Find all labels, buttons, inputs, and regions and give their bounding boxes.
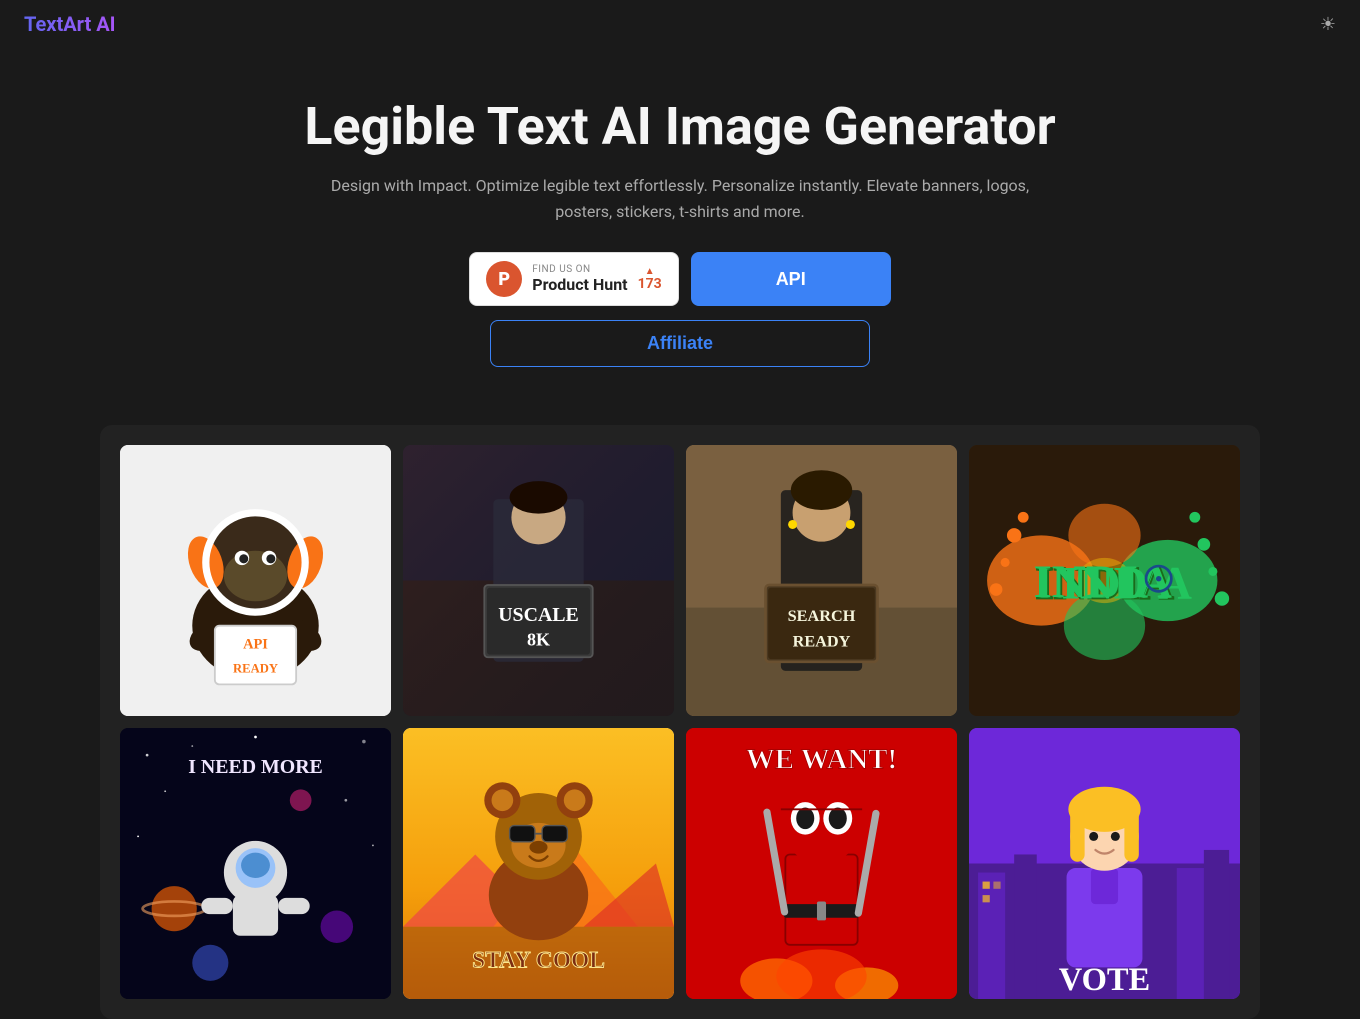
gallery-container: API READY	[80, 425, 1280, 1019]
affiliate-row: Affiliate	[20, 320, 1340, 367]
hero-subtitle: Design with Impact. Optimize legible tex…	[330, 173, 1030, 224]
sun-icon: ☀	[1320, 14, 1336, 34]
gallery-grid: API READY	[120, 445, 1240, 999]
api-button[interactable]: API	[691, 252, 891, 306]
hero-section: Legible Text AI Image Generator Design w…	[0, 48, 1360, 425]
svg-text:STAY COOL: STAY COOL	[472, 948, 605, 974]
gallery-wrapper: API READY	[100, 425, 1260, 1019]
gallery-item[interactable]: USCALE 8K	[403, 445, 674, 716]
hero-title: Legible Text AI Image Generator	[20, 98, 1340, 155]
svg-text:8K: 8K	[527, 630, 550, 650]
product-hunt-button[interactable]: P FIND US ON Product Hunt ▲ 173	[469, 252, 678, 306]
svg-text:READY: READY	[233, 662, 278, 676]
svg-text:IND: IND	[1061, 558, 1147, 610]
svg-text:WE WANT!: WE WANT!	[746, 744, 897, 776]
svg-text:A: A	[1158, 558, 1192, 610]
gallery-item[interactable]: VOTE	[969, 728, 1240, 999]
svg-text:I NEED MORE: I NEED MORE	[188, 757, 323, 779]
svg-text:USCALE: USCALE	[498, 605, 579, 627]
svg-text:READY: READY	[793, 633, 851, 651]
product-hunt-name: Product Hunt	[532, 275, 627, 294]
svg-text:SEARCH: SEARCH	[788, 608, 856, 626]
gallery-item[interactable]: WE WANT!	[686, 728, 957, 999]
cta-row: P FIND US ON Product Hunt ▲ 173 API	[20, 252, 1340, 306]
product-hunt-find-label: FIND US ON	[532, 265, 590, 275]
product-hunt-number: 173	[638, 277, 662, 291]
theme-toggle-button[interactable]: ☀	[1320, 14, 1336, 35]
logo[interactable]: TextArt AI	[24, 12, 116, 36]
header: TextArt AI ☀	[0, 0, 1360, 48]
svg-text:API: API	[243, 637, 268, 653]
product-hunt-count: ▲ 173	[638, 267, 662, 291]
product-hunt-text: FIND US ON Product Hunt	[532, 265, 627, 294]
gallery-item[interactable]: INDIA INDIA IND A	[969, 445, 1240, 716]
svg-text:VOTE: VOTE	[1059, 962, 1151, 998]
product-hunt-logo: P	[486, 261, 522, 297]
gallery-item[interactable]: STAY COOL	[403, 728, 674, 999]
gallery-item[interactable]: API READY	[120, 445, 391, 716]
affiliate-button[interactable]: Affiliate	[490, 320, 870, 367]
gallery-item[interactable]: I NEED MORE	[120, 728, 391, 999]
gallery-item[interactable]: SEARCH READY	[686, 445, 957, 716]
